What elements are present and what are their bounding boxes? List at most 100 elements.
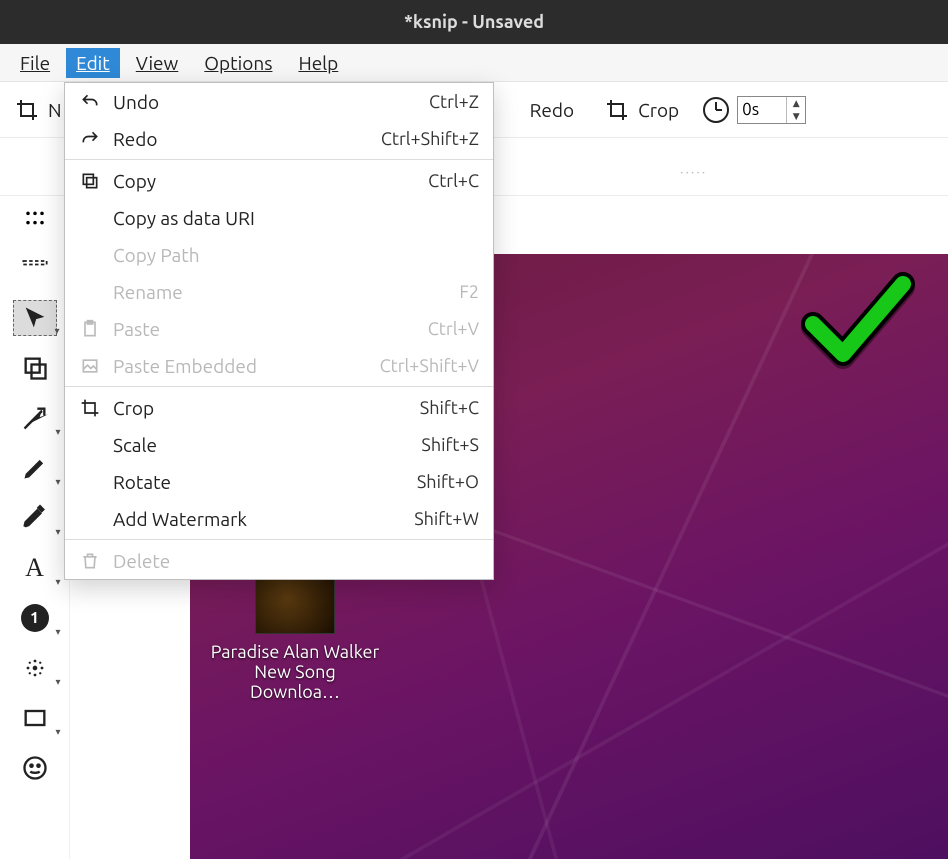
menu-rotate[interactable]: Rotate Shift+O xyxy=(65,463,493,500)
annotation-checkmark[interactable] xyxy=(798,264,918,378)
edit-dropdown: Undo Ctrl+Z Redo Ctrl+Shift+Z Copy Ctrl+… xyxy=(64,82,494,580)
menu-label: Scale xyxy=(113,434,409,456)
menu-crop[interactable]: Crop Shift+C xyxy=(65,389,493,426)
blank-icon xyxy=(79,207,101,229)
number-badge-icon: 1 xyxy=(21,604,49,632)
spinner-up-icon[interactable]: ▲ xyxy=(787,97,805,110)
redo-icon xyxy=(79,128,101,150)
menu-label: Copy as data URI xyxy=(113,207,467,229)
menu-accel: Ctrl+V xyxy=(428,319,479,339)
menu-label: Rotate xyxy=(113,471,405,493)
chevron-down-icon: ▾ xyxy=(55,426,60,438)
menu-redo[interactable]: Redo Ctrl+Shift+Z xyxy=(65,120,493,157)
menu-watermark[interactable]: Add Watermark Shift+W xyxy=(65,500,493,537)
redo-label: Redo xyxy=(530,99,575,121)
tool-select[interactable]: ▾ xyxy=(13,300,57,336)
crop-button[interactable]: Crop xyxy=(598,93,685,127)
menu-copy-uri[interactable]: Copy as data URI xyxy=(65,199,493,236)
menu-accel: Shift+W xyxy=(414,509,479,529)
menu-accel: Shift+C xyxy=(420,398,479,418)
menu-undo[interactable]: Undo Ctrl+Z xyxy=(65,83,493,120)
menu-accel: Shift+O xyxy=(417,472,479,492)
menu-paste-embedded: Paste Embedded Ctrl+Shift+V xyxy=(65,347,493,384)
tool-duplicate[interactable] xyxy=(13,350,57,386)
chevron-down-icon: ▾ xyxy=(55,526,60,538)
tool-text[interactable]: A ▾ xyxy=(13,550,57,586)
menu-label: Copy xyxy=(113,170,416,192)
menu-label: Copy Path xyxy=(113,244,467,266)
delay-control: ▲ ▼ xyxy=(703,96,806,124)
menu-label: Paste Embedded xyxy=(113,355,368,377)
menu-label: Crop xyxy=(113,397,408,419)
menu-label: Delete xyxy=(113,550,467,572)
tool-number[interactable]: 1 ▾ xyxy=(13,600,57,636)
window-titlebar: *ksnip - Unsaved xyxy=(0,0,948,44)
blank-icon xyxy=(79,244,101,266)
crop-icon xyxy=(604,97,630,123)
menu-help[interactable]: Help xyxy=(288,48,348,78)
spinner-down-icon[interactable]: ▼ xyxy=(787,110,805,123)
menu-accel: Ctrl+Z xyxy=(429,92,479,112)
blank-icon xyxy=(79,281,101,303)
tool-pen[interactable]: ▾ xyxy=(13,450,57,486)
blank-icon xyxy=(79,471,101,493)
menu-accel: F2 xyxy=(459,282,479,302)
menu-label: Rename xyxy=(113,281,447,303)
image-icon xyxy=(79,355,101,377)
menu-label: Redo xyxy=(113,128,369,150)
tool-drag[interactable] xyxy=(13,200,57,236)
clock-icon xyxy=(703,97,729,123)
copy-icon xyxy=(79,170,101,192)
tool-rect[interactable]: ▾ xyxy=(13,700,57,736)
chevron-down-icon: ▾ xyxy=(55,476,60,488)
menu-file[interactable]: File xyxy=(10,48,60,78)
new-capture-label: N xyxy=(48,99,62,121)
chevron-down-icon: ▾ xyxy=(55,676,60,688)
menu-edit[interactable]: Edit xyxy=(66,48,120,78)
crop-icon xyxy=(79,397,101,419)
paste-icon xyxy=(79,318,101,340)
tool-sticker[interactable] xyxy=(13,750,57,786)
tool-arrow[interactable]: ▾ xyxy=(13,400,57,436)
file-thumbnail xyxy=(255,574,335,634)
menu-label: Paste xyxy=(113,318,416,340)
tool-marker[interactable]: ▾ xyxy=(13,500,57,536)
window-title: *ksnip - Unsaved xyxy=(404,12,544,32)
menu-copy-path: Copy Path xyxy=(65,236,493,273)
menu-view[interactable]: View xyxy=(126,48,189,78)
menu-accel: Ctrl+C xyxy=(428,171,479,191)
chevron-down-icon: ▾ xyxy=(55,726,60,738)
handle-dots-icon: ····· xyxy=(680,164,707,180)
chevron-down-icon: ▾ xyxy=(55,626,60,638)
chevron-down-icon: ▾ xyxy=(55,576,60,588)
new-capture-button[interactable]: N xyxy=(8,93,68,127)
blank-icon xyxy=(79,434,101,456)
menu-scale[interactable]: Scale Shift+S xyxy=(65,426,493,463)
menu-delete: Delete xyxy=(65,542,493,579)
menu-copy[interactable]: Copy Ctrl+C xyxy=(65,162,493,199)
menu-label: Add Watermark xyxy=(113,508,402,530)
text-icon: A xyxy=(25,553,44,583)
menu-accel: Ctrl+Shift+V xyxy=(380,356,479,376)
file-label: Paradise Alan Walker New Song Downloa… xyxy=(210,642,380,702)
delay-spinner[interactable]: ▲ ▼ xyxy=(737,96,806,124)
menu-accel: Shift+S xyxy=(421,435,479,455)
menu-label: Undo xyxy=(113,91,417,113)
chevron-down-icon: ▾ xyxy=(54,325,59,337)
trash-icon xyxy=(79,550,101,572)
spinner-arrows[interactable]: ▲ ▼ xyxy=(786,97,805,123)
menu-options[interactable]: Options xyxy=(194,48,282,78)
tool-select-dashed[interactable] xyxy=(13,250,57,286)
menu-accel: Ctrl+Shift+Z xyxy=(381,129,479,149)
tool-blur[interactable]: ▾ xyxy=(13,650,57,686)
desktop-file-b: Paradise Alan Walker New Song Downloa… xyxy=(210,574,380,702)
redo-button[interactable]: Redo xyxy=(524,95,581,125)
undo-icon xyxy=(79,91,101,113)
annotation-toolbar: ▾ ▾ ▾ ▾ A ▾ 1 ▾ ▾ ▾ xyxy=(0,196,70,859)
delay-input[interactable] xyxy=(738,97,786,123)
crop-label: Crop xyxy=(638,99,679,121)
menu-rename: Rename F2 xyxy=(65,273,493,310)
crop-icon xyxy=(14,97,40,123)
blank-icon xyxy=(79,508,101,530)
menubar: File Edit View Options Help xyxy=(0,44,948,82)
